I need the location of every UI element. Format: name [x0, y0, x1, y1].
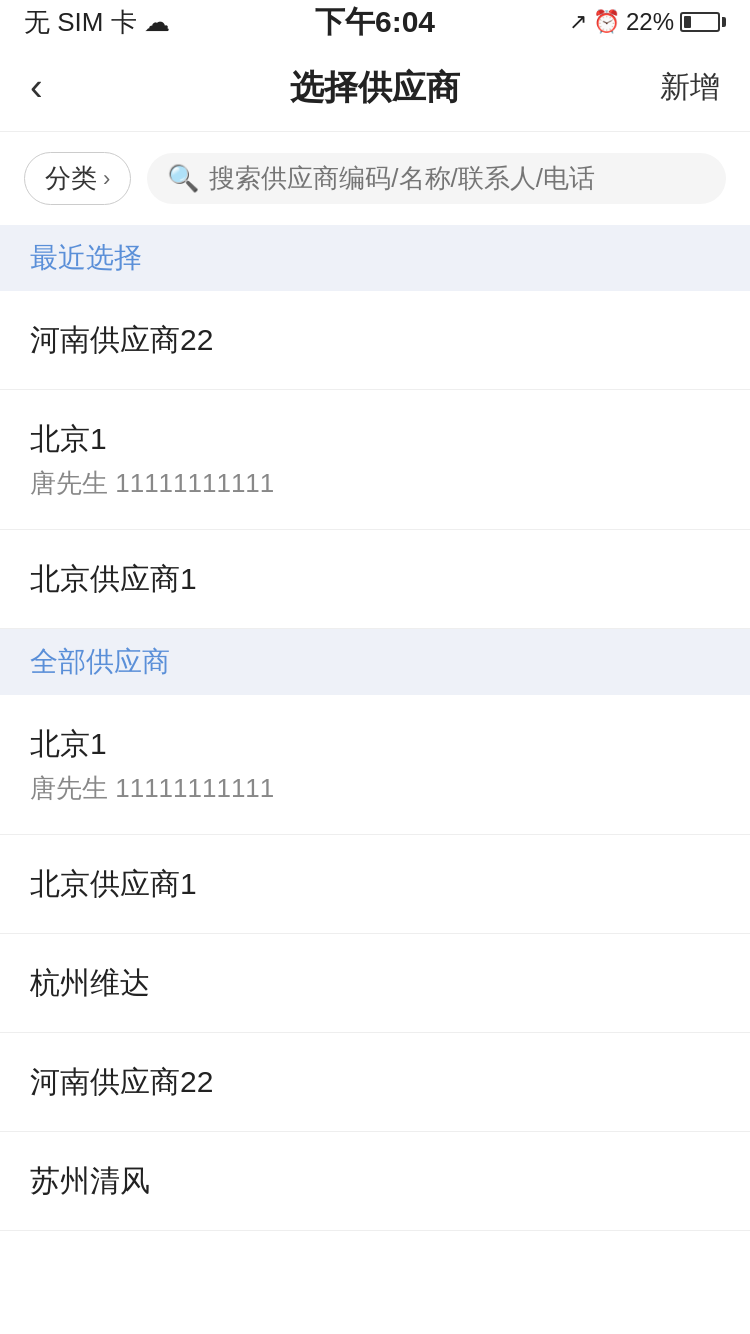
item-contact: 唐先生 11111111111	[30, 466, 720, 501]
list-item[interactable]: 北京1 唐先生 11111111111	[0, 695, 750, 835]
nav-bar: ‹ 选择供应商 新增	[0, 44, 750, 132]
page-title: 选择供应商	[290, 65, 460, 111]
sim-status: 无 SIM 卡 ☁	[24, 5, 170, 40]
category-label: 分类	[45, 161, 97, 196]
chevron-right-icon: ›	[103, 166, 110, 192]
all-section-header: 全部供应商	[0, 629, 750, 695]
filter-bar: 分类 › 🔍	[0, 132, 750, 225]
all-list: 北京1 唐先生 11111111111 北京供应商1 杭州维达河南供应商22 苏州清风	[0, 695, 750, 1231]
search-icon: 🔍	[167, 163, 199, 194]
status-time: 下午6:04	[315, 2, 435, 43]
item-name: 北京1	[30, 418, 720, 460]
list-item[interactable]: 杭州维达	[0, 934, 750, 1033]
list-item[interactable]: 河南供应商22	[0, 291, 750, 390]
back-button[interactable]: ‹	[30, 66, 90, 109]
location-icon: ↗	[569, 9, 587, 35]
search-input[interactable]	[209, 163, 706, 194]
item-name: 北京供应商1	[30, 558, 720, 600]
recent-section-header: 最近选择	[0, 225, 750, 291]
item-name: 苏州清风	[30, 1160, 720, 1202]
status-bar: 无 SIM 卡 ☁ 下午6:04 ↗ ⏰ 22%	[0, 0, 750, 44]
search-box: 🔍	[147, 153, 726, 204]
category-filter[interactable]: 分类 ›	[24, 152, 131, 205]
item-name: 河南供应商22	[30, 1061, 720, 1103]
add-button[interactable]: 新增	[660, 67, 720, 108]
item-name: 北京供应商1	[30, 863, 720, 905]
item-name: 河南供应商22	[30, 319, 720, 361]
list-item[interactable]: 苏州清风	[0, 1132, 750, 1231]
battery-percent: 22%	[626, 8, 674, 36]
item-name: 杭州维达	[30, 962, 720, 1004]
list-item[interactable]: 北京供应商1	[0, 530, 750, 629]
alarm-icon: ⏰	[593, 9, 620, 35]
status-left: 无 SIM 卡 ☁	[24, 5, 170, 40]
battery-icon	[680, 12, 726, 32]
list-item[interactable]: 北京供应商1	[0, 835, 750, 934]
list-item[interactable]: 河南供应商22	[0, 1033, 750, 1132]
list-item[interactable]: 北京1 唐先生 11111111111	[0, 390, 750, 530]
item-contact: 唐先生 11111111111	[30, 771, 720, 806]
status-right: ↗ ⏰ 22%	[569, 8, 726, 36]
item-name: 北京1	[30, 723, 720, 765]
recent-list: 河南供应商22 北京1 唐先生 11111111111 北京供应商1	[0, 291, 750, 629]
